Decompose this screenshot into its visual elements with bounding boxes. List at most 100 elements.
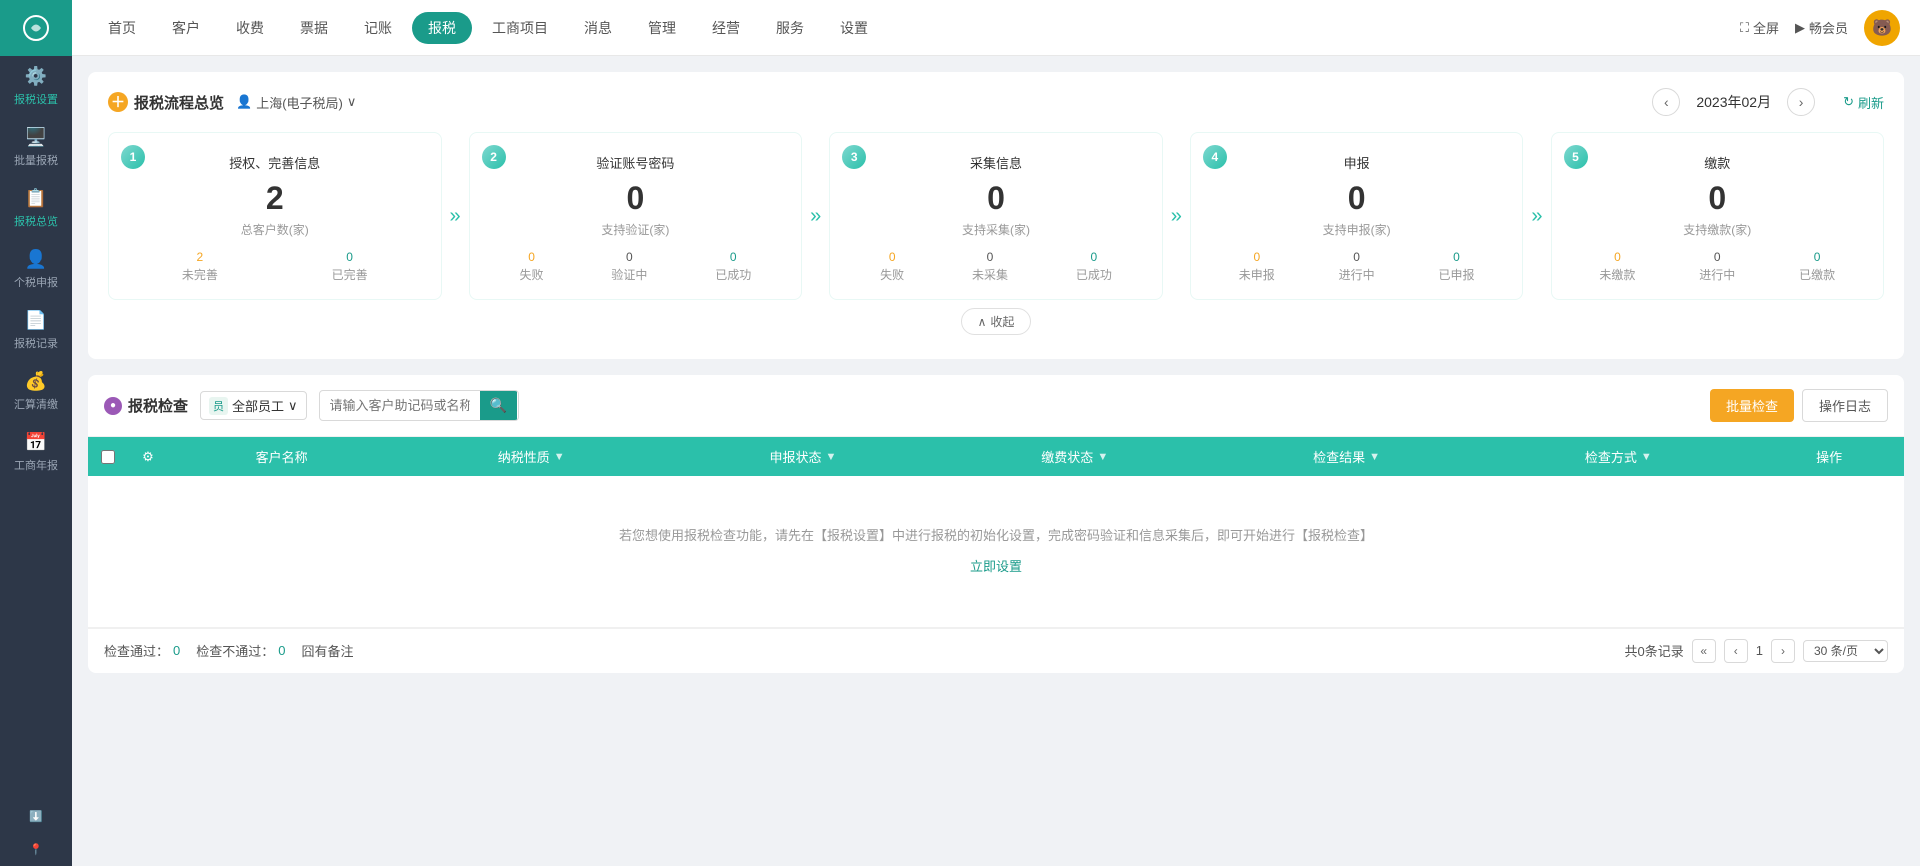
step-3-count: 0 (846, 180, 1146, 217)
sidebar: ⚙️ 报税设置 🖥️ 批量报税 📋 报税总览 👤 个税申报 📄 报税记录 💰 汇… (0, 0, 72, 866)
page-size-select[interactable]: 30 条/页 50 条/页 100 条/页 (1803, 640, 1888, 662)
fullscreen-btn[interactable]: ⛶ 全屏 (1740, 18, 1779, 37)
sidebar-item-personal-tax[interactable]: 👤 个税申报 (0, 239, 72, 300)
step-1-num: 1 (121, 145, 145, 169)
step-1-count: 2 (125, 180, 425, 217)
topnav-item-accounting[interactable]: 记账 (348, 12, 408, 44)
filter-icon-4[interactable]: ▼ (1369, 451, 1380, 463)
topnav-item-settings[interactable]: 设置 (824, 12, 884, 44)
collapse-btn[interactable]: ∧ 收起 (961, 308, 1032, 335)
search-button[interactable]: 🔍 (480, 391, 517, 420)
step-5-stat-1: 0 进行中 (1699, 250, 1735, 283)
content-area: ＋ 报税流程总览 👤 上海(电子税局) ∨ ‹ 2023年02月 › ↻ 刷新 (72, 56, 1920, 866)
current-page: 1 (1756, 643, 1763, 658)
topnav-item-management[interactable]: 管理 (632, 12, 692, 44)
sidebar-item-location[interactable]: 📍 (0, 833, 72, 866)
table-footer: 检查通过： 0 检查不通过： 0 囧有备注 共0条记录 « ‹ 1 › (88, 628, 1904, 673)
check-card: ● 报税检查 员 全部员工 ∨ 🔍 批量检查 操作日志 (88, 375, 1904, 673)
person-icon: 👤 (25, 249, 47, 270)
employee-tag: 员 (209, 397, 228, 415)
settings-icon: ⚙️ (25, 66, 47, 87)
sidebar-item-settlement[interactable]: 💰 汇算清缴 (0, 361, 72, 422)
filter-icon-2[interactable]: ▼ (826, 451, 837, 463)
topnav-item-fees[interactable]: 收费 (220, 12, 280, 44)
pass-count[interactable]: 0 (173, 643, 180, 658)
prev-page-btn[interactable]: ‹ (1724, 639, 1748, 663)
sidebar-item-batch-tax[interactable]: 🖥️ 批量报税 (0, 117, 72, 178)
sidebar-item-tax-overview[interactable]: 📋 报税总览 (0, 178, 72, 239)
th-settings: ⚙ (128, 437, 168, 476)
topnav-item-messages[interactable]: 消息 (568, 12, 628, 44)
th-declare-status: 申报状态▼ (667, 437, 939, 476)
next-month-btn[interactable]: › (1787, 88, 1815, 116)
fail-count[interactable]: 0 (278, 643, 285, 658)
location-person-icon: 👤 (236, 94, 252, 110)
step-4-subtitle: 支持申报(家) (1207, 221, 1507, 238)
refresh-btn[interactable]: ↻ 刷新 (1843, 93, 1884, 112)
th-tax-type: 纳税性质▼ (395, 437, 667, 476)
prev-month-btn[interactable]: ‹ (1652, 88, 1680, 116)
step-2-stat-2: 0 已成功 (715, 250, 751, 283)
employee-filter[interactable]: 员 全部员工 ∨ (200, 391, 307, 420)
location-tag[interactable]: 👤 上海(电子税局) ∨ (236, 93, 356, 112)
step-2-stat-1: 0 验证中 (611, 250, 647, 283)
step-5-count: 0 (1568, 180, 1868, 217)
search-box: 🔍 (319, 390, 519, 421)
empty-state: 若您想使用报税检查功能，请先在【报税设置】中进行报税的初始化设置，完成密码验证和… (100, 484, 1892, 619)
topnav-item-clients[interactable]: 客户 (156, 12, 216, 44)
topnav-item-home[interactable]: 首页 (92, 12, 152, 44)
topnav-item-invoices[interactable]: 票据 (284, 12, 344, 44)
step-3-stat-0: 0 失败 (880, 250, 904, 283)
collapse-row: ∧ 收起 (108, 308, 1884, 335)
step-1-stats: 2 未完善 0 已完善 (125, 250, 425, 283)
step-1-stat-0: 2 未完善 (182, 250, 218, 283)
topnav-item-tax[interactable]: 报税 (412, 12, 472, 44)
filter-icon-3[interactable]: ▼ (1097, 451, 1108, 463)
calendar-icon: 📅 (25, 432, 47, 453)
step-2-stat-0: 0 失败 (520, 250, 544, 283)
plus-icon: ＋ (108, 92, 128, 112)
search-input[interactable] (320, 393, 480, 418)
topnav: 首页 客户 收费 票据 记账 报税 工商项目 消息 管理 经营 服务 设置 ⛶ … (72, 0, 1920, 56)
table-body: 若您想使用报税检查功能，请先在【报税设置】中进行报税的初始化设置，完成密码验证和… (88, 476, 1904, 627)
topnav-item-operations[interactable]: 经营 (696, 12, 756, 44)
step-3-card: 3 采集信息 0 支持采集(家) 0 失败 0 未采集 (829, 132, 1163, 300)
step-4-stat-0: 0 未申报 (1239, 250, 1275, 283)
step-5-stat-0: 0 未缴款 (1599, 250, 1635, 283)
th-client-name: 客户名称 (168, 437, 395, 476)
first-page-btn[interactable]: « (1692, 639, 1716, 663)
chevron-down-icon: ∨ (347, 94, 357, 110)
table-wrap: ⚙ 客户名称 纳税性质▼ 申报状态▼ 缴费状态▼ (88, 437, 1904, 628)
topnav-item-services[interactable]: 服务 (760, 12, 820, 44)
sidebar-item-download[interactable]: ⬇️ (0, 800, 72, 833)
overview-icon: 📋 (25, 188, 47, 209)
step-5-stats: 0 未缴款 0 进行中 0 已缴款 (1568, 250, 1868, 283)
table-header-row: ⚙ 客户名称 纳税性质▼ 申报状态▼ 缴费状态▼ (88, 437, 1904, 476)
step-1-card: 1 授权、完善信息 2 总客户数(家) 2 未完善 0 已完善 (108, 132, 442, 300)
empty-cell: 若您想使用报税检查功能，请先在【报税设置】中进行报税的初始化设置，完成密码验证和… (88, 476, 1904, 627)
step-5-num: 5 (1564, 145, 1588, 169)
footer-pagination: 共0条记录 « ‹ 1 › 30 条/页 50 条/页 100 条/页 (1625, 639, 1888, 663)
topnav-item-business[interactable]: 工商项目 (476, 12, 564, 44)
download-icon: ⬇️ (29, 810, 43, 823)
batch-check-btn[interactable]: 批量检查 (1710, 389, 1794, 422)
sidebar-item-tax-settings[interactable]: ⚙️ 报税设置 (0, 56, 72, 117)
next-page-btn[interactable]: › (1771, 639, 1795, 663)
check-header: ● 报税检查 员 全部员工 ∨ 🔍 批量检查 操作日志 (88, 375, 1904, 437)
check-table: ⚙ 客户名称 纳税性质▼ 申报状态▼ 缴费状态▼ (88, 437, 1904, 628)
setup-link[interactable]: 立即设置 (970, 559, 1022, 574)
step-2-count: 0 (486, 180, 786, 217)
footer-fail: 检查不通过： 0 (196, 641, 285, 660)
footer-note: 囧有备注 (302, 641, 354, 660)
select-all-checkbox[interactable] (101, 450, 115, 464)
sidebar-item-tax-records[interactable]: 📄 报税记录 (0, 300, 72, 361)
filter-icon-1[interactable]: ▼ (554, 451, 565, 463)
steps-row: 1 授权、完善信息 2 总客户数(家) 2 未完善 0 已完善 (108, 132, 1884, 300)
vip-btn[interactable]: ▶ 畅会员 (1795, 18, 1848, 37)
step-2-title: 验证账号密码 (486, 153, 786, 172)
step-2-stats: 0 失败 0 验证中 0 已成功 (486, 250, 786, 283)
avatar[interactable]: 🐻 (1864, 10, 1900, 46)
sidebar-item-annual-report[interactable]: 📅 工商年报 (0, 422, 72, 483)
operation-log-btn[interactable]: 操作日志 (1802, 389, 1888, 422)
filter-icon-5[interactable]: ▼ (1641, 451, 1652, 463)
